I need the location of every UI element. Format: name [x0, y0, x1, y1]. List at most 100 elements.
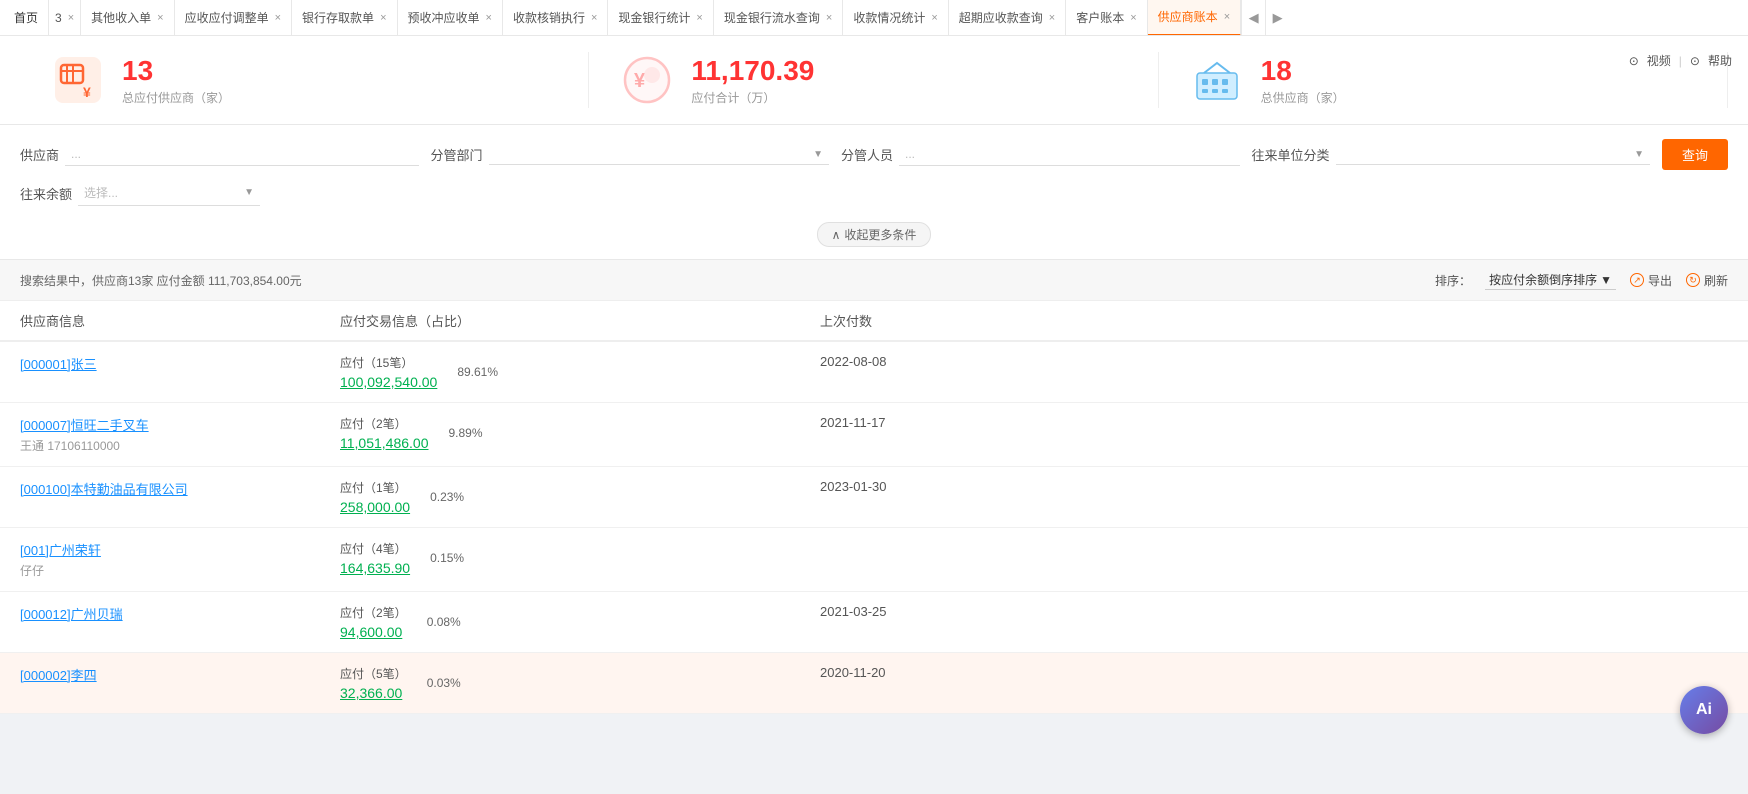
summary-item-total-payable: ¥ 11,170.39 应付合计（万） — [589, 52, 1158, 108]
trans-percent: 0.23% — [430, 490, 464, 504]
close-icon[interactable]: × — [380, 12, 386, 24]
close-icon[interactable]: × — [275, 12, 281, 24]
close-icon[interactable]: × — [696, 12, 702, 24]
refresh-button[interactable]: ↻ 刷新 — [1686, 272, 1728, 289]
close-icon[interactable]: × — [826, 12, 832, 24]
nav-tab-customer-ledger[interactable]: 客户账本 × — [1066, 0, 1147, 36]
close-icon[interactable]: × — [1130, 12, 1136, 24]
trans-amount[interactable]: 11,051,486.00 — [340, 435, 429, 451]
nav-tab-collection-stats[interactable]: 收款情况统计 × — [843, 0, 948, 36]
trans-label: 应付（2笔） — [340, 604, 407, 621]
supplier-contact: 仔仔 — [20, 562, 340, 579]
nav-tab-supplier-ledger[interactable]: 供应商账本 × — [1148, 0, 1241, 36]
export-button[interactable]: ↗ 导出 — [1630, 272, 1672, 289]
person-input[interactable] — [899, 143, 1239, 166]
supplier-link[interactable]: [000100]本特勤油品有限公司 — [20, 479, 340, 498]
trans-percent: 0.15% — [430, 551, 464, 565]
results-bar: 搜索结果中，供应商13家 应付金额 111,703,854.00元 排序： 按应… — [0, 260, 1748, 301]
total-payable-amount: 11,170.39 — [691, 54, 814, 88]
chevron-down-icon: ▼ — [1634, 149, 1644, 160]
main-table: 供应商信息 应付交易信息（占比） 上次付数 [000001]张三 应付（15笔）… — [0, 301, 1748, 714]
help-link[interactable]: 帮助 — [1708, 52, 1732, 69]
filter-dept: 分管部门 ▼ — [431, 145, 830, 165]
svg-text:¥: ¥ — [83, 84, 91, 100]
total-payable-icon: ¥ — [619, 52, 675, 108]
sort-select[interactable]: 按应付余额倒序排序 ▼ — [1485, 270, 1616, 290]
table-row: [000012]广州贝瑞 应付（2笔） 94,600.00 0.08% 2021… — [0, 592, 1748, 653]
close-icon[interactable]: × — [486, 12, 492, 24]
nav-tab-cash-stats[interactable]: 现金银行统计 × — [608, 0, 713, 36]
right-tools: 排序： 按应付余额倒序排序 ▼ ↗ 导出 ↻ 刷新 — [1435, 270, 1728, 290]
supplier-link[interactable]: [000012]广州贝瑞 — [20, 604, 340, 623]
total-suppliers-label: 总供应商（家） — [1261, 89, 1345, 106]
dept-select[interactable]: ▼ — [489, 145, 829, 165]
results-summary-text: 搜索结果中，供应商13家 应付金额 111,703,854.00元 — [20, 272, 302, 289]
close-icon[interactable]: × — [591, 12, 597, 24]
supplier-link[interactable]: [001]广州荣轩 — [20, 540, 340, 559]
filter-row-2: 往来余额 选择... ▼ — [20, 180, 1728, 206]
last-pay-date: 2021-11-17 — [820, 415, 886, 430]
trans-amount[interactable]: 32,366.00 — [340, 685, 407, 701]
transaction-info: 应付（2笔） 94,600.00 0.08% — [340, 604, 820, 640]
trans-amount[interactable]: 258,000.00 — [340, 499, 410, 515]
col-header-lastpay: 上次付数 — [820, 311, 1728, 330]
col-header-transaction: 应付交易信息（占比） — [340, 311, 820, 330]
close-icon[interactable]: × — [1224, 11, 1230, 23]
balance-filter-label: 往来余额 — [20, 184, 72, 203]
nav-tab-overdue[interactable]: 超期应收款查询 × — [949, 0, 1066, 36]
total-suppliers-icon — [1189, 52, 1245, 108]
nav-next-arrow[interactable]: ▶ — [1265, 0, 1289, 36]
top-right-links: ⊙ 视频 | ⊙ 帮助 — [1629, 52, 1732, 69]
close-icon[interactable]: × — [157, 12, 163, 24]
filter-balance: 往来余额 选择... ▼ — [20, 180, 260, 206]
collapse-button[interactable]: ∧ 收起更多条件 — [817, 222, 932, 247]
trans-label: 应付（15笔） — [340, 354, 437, 371]
supplier-input[interactable] — [65, 143, 418, 166]
close-icon[interactable]: × — [931, 12, 937, 24]
nav-tab-collection[interactable]: 收款核销执行 × — [503, 0, 608, 36]
trans-amount[interactable]: 94,600.00 — [340, 624, 407, 640]
dept-filter-label: 分管部门 — [431, 145, 483, 164]
supplier-link[interactable]: [000001]张三 — [20, 354, 340, 373]
last-pay-date: 2022-08-08 — [820, 354, 887, 369]
export-icon: ↗ — [1630, 273, 1644, 287]
category-select[interactable]: ▼ — [1336, 145, 1650, 165]
close-icon[interactable]: × — [68, 12, 74, 24]
payable-suppliers-label: 总应付供应商（家） — [122, 89, 230, 106]
payable-suppliers-count: 13 — [122, 54, 230, 88]
last-pay-date: 2020-11-20 — [820, 665, 886, 680]
transaction-info: 应付（1笔） 258,000.00 0.23% — [340, 479, 820, 515]
close-icon[interactable]: × — [1049, 12, 1055, 24]
nav-tab-prepay[interactable]: 预收冲应收单 × — [398, 0, 503, 36]
video-link[interactable]: 视频 — [1647, 52, 1671, 69]
nav-tab-bank-deposit[interactable]: 银行存取款单 × — [292, 0, 397, 36]
transaction-info: 应付（15笔） 100,092,540.00 89.61% — [340, 354, 820, 390]
help-icon: ⊙ — [1690, 54, 1700, 68]
video-icon: ⊙ — [1629, 54, 1639, 68]
filter-area: 供应商 分管部门 ▼ 分管人员 往来单位分类 ▼ — [0, 125, 1748, 260]
total-suppliers-count: 18 — [1261, 54, 1345, 88]
trans-amount[interactable]: 164,635.90 — [340, 560, 410, 576]
person-filter-label: 分管人员 — [841, 145, 893, 164]
nav-tab-other-income[interactable]: 其他收入单 × — [81, 0, 174, 36]
transaction-info: 应付（2笔） 11,051,486.00 9.89% — [340, 415, 820, 451]
nav-prev-arrow[interactable]: ◀ — [1241, 0, 1265, 36]
payable-suppliers-icon: ¥ — [50, 52, 106, 108]
query-button[interactable]: 查询 — [1662, 139, 1728, 170]
nav-tab-ar-ap-adjust[interactable]: 应收应付调整单 × — [175, 0, 292, 36]
trans-percent: 0.08% — [427, 615, 461, 629]
balance-select[interactable]: 选择... ▼ — [78, 180, 260, 206]
chevron-down-icon: ▼ — [1600, 273, 1612, 287]
chevron-down-icon: ▼ — [244, 187, 254, 198]
trans-amount[interactable]: 100,092,540.00 — [340, 374, 437, 390]
filter-person: 分管人员 — [841, 143, 1240, 166]
supplier-link[interactable]: [000002]李四 — [20, 665, 340, 684]
supplier-link[interactable]: [000007]恒旺二手叉车 — [20, 415, 340, 434]
ai-button[interactable]: Ai — [1680, 686, 1728, 734]
chevron-down-icon: ▼ — [813, 149, 823, 160]
nav-tab-home[interactable]: 首页 — [4, 0, 49, 36]
nav-tab-cash-flow[interactable]: 现金银行流水查询 × — [714, 0, 843, 36]
last-pay-date: 2021-03-25 — [820, 604, 887, 619]
nav-tab-3[interactable]: 3 × — [49, 0, 81, 36]
top-nav: 首页 3 × 其他收入单 × 应收应付调整单 × 银行存取款单 × 预收冲应收单… — [0, 0, 1748, 36]
